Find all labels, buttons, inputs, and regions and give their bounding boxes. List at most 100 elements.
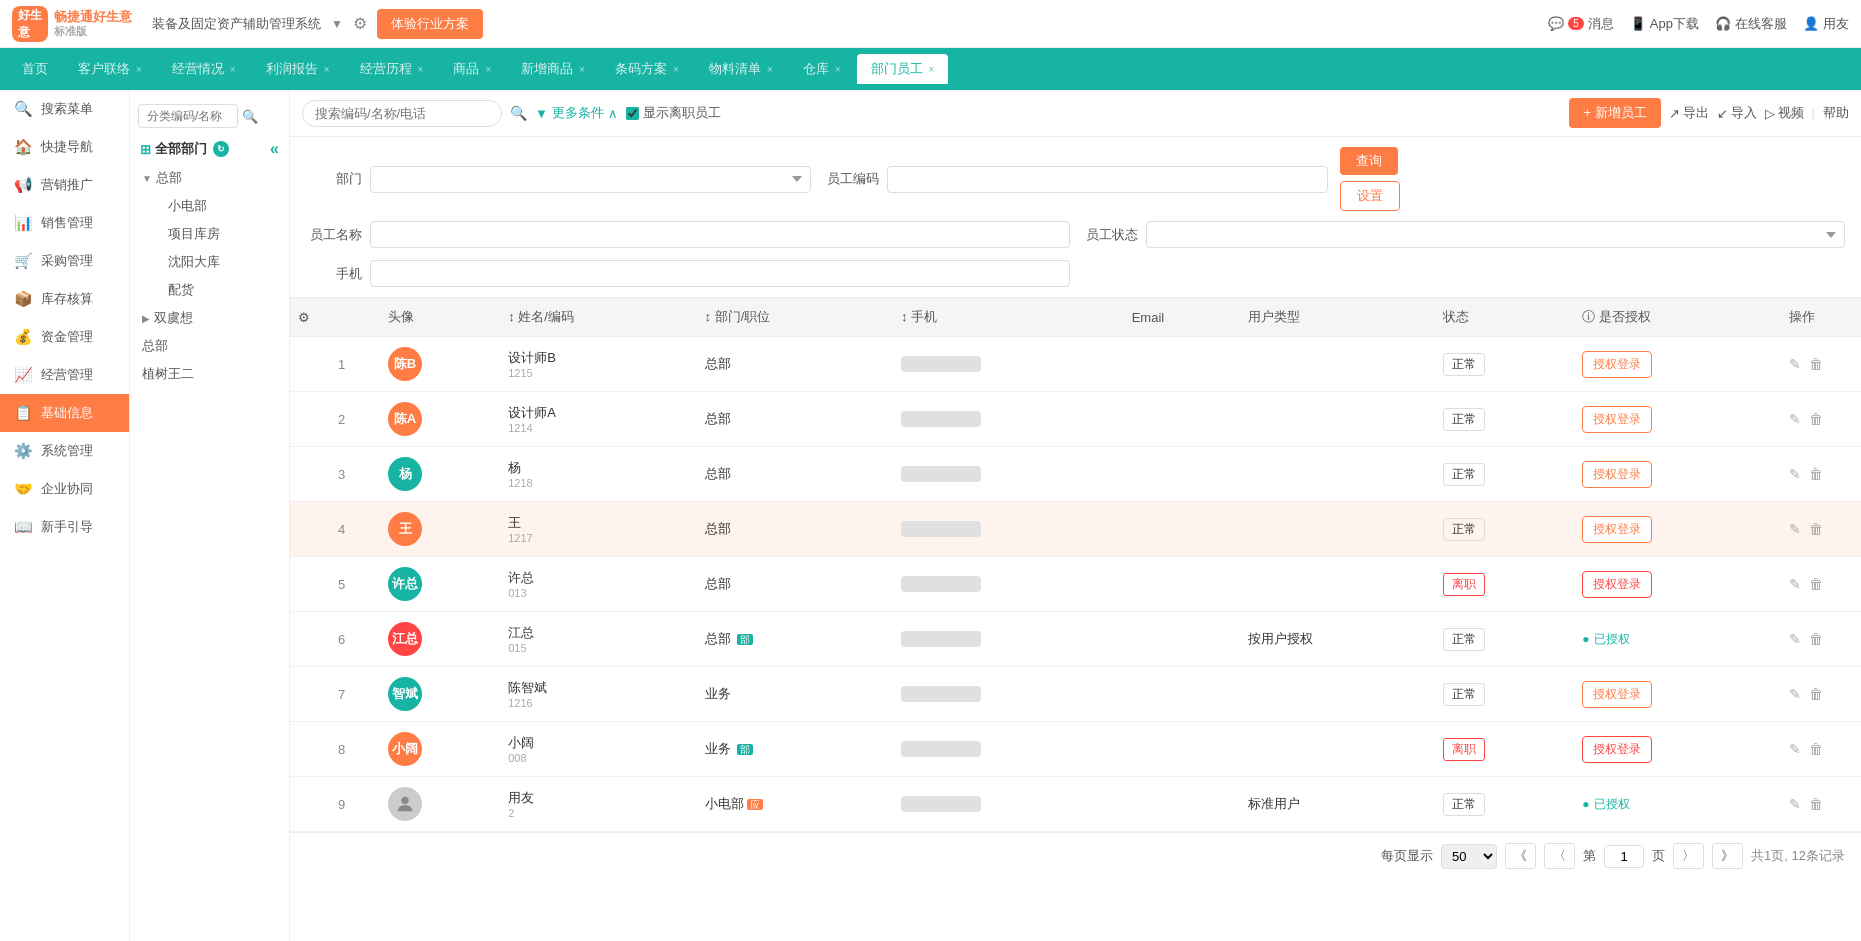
- sidebar-item-search[interactable]: 🔍 搜索菜单: [0, 90, 129, 128]
- phone-input[interactable]: [370, 260, 1070, 287]
- prev-page-button[interactable]: 〈: [1544, 843, 1575, 869]
- dept-node-peihuo[interactable]: 配货: [144, 276, 289, 304]
- close-icon[interactable]: ×: [485, 64, 491, 75]
- all-dept-row[interactable]: ⊞ 全部部门 ↻ «: [130, 134, 289, 164]
- tab-barcode[interactable]: 条码方案×: [601, 54, 693, 84]
- reset-button[interactable]: 设置: [1340, 181, 1400, 211]
- message-button[interactable]: 💬 5 消息: [1548, 15, 1614, 33]
- sidebar-item-sales[interactable]: 📊 销售管理: [0, 204, 129, 242]
- delete-button[interactable]: 🗑: [1809, 741, 1823, 757]
- sidebar-item-management[interactable]: 📈 经营管理: [0, 356, 129, 394]
- close-icon[interactable]: ×: [324, 64, 330, 75]
- dept-node-zongbu2[interactable]: 总部: [130, 332, 289, 360]
- sidebar-item-guide[interactable]: 📖 新手引导: [0, 508, 129, 546]
- dept-node-project[interactable]: 项目库房: [144, 220, 289, 248]
- close-icon[interactable]: ×: [835, 64, 841, 75]
- close-icon[interactable]: ×: [136, 64, 142, 75]
- tab-bom[interactable]: 物料清单×: [695, 54, 787, 84]
- tab-operation[interactable]: 经营情况×: [158, 54, 250, 84]
- emp-code-input[interactable]: [887, 166, 1328, 193]
- edit-button[interactable]: ✎: [1789, 686, 1801, 702]
- settings-button[interactable]: ⚙: [353, 14, 367, 33]
- auth-login-button[interactable]: 授权登录: [1582, 571, 1652, 598]
- tab-add-goods[interactable]: 新增商品×: [507, 54, 599, 84]
- close-icon[interactable]: ×: [230, 64, 236, 75]
- auth-login-button[interactable]: 授权登录: [1582, 406, 1652, 433]
- delete-button[interactable]: 🗑: [1809, 686, 1823, 702]
- edit-button[interactable]: ✎: [1789, 466, 1801, 482]
- edit-button[interactable]: ✎: [1789, 741, 1801, 757]
- delete-button[interactable]: 🗑: [1809, 796, 1823, 812]
- edit-button[interactable]: ✎: [1789, 521, 1801, 537]
- tab-employee[interactable]: 部门员工×: [857, 54, 949, 84]
- edit-button[interactable]: ✎: [1789, 411, 1801, 427]
- auth-login-button[interactable]: 授权登录: [1582, 351, 1652, 378]
- auth-login-button[interactable]: 授权登录: [1582, 461, 1652, 488]
- sidebar-item-inventory[interactable]: 📦 库存核算: [0, 280, 129, 318]
- query-button[interactable]: 查询: [1340, 147, 1398, 175]
- dept-node-xiaodian[interactable]: 小电部: [144, 192, 289, 220]
- dept-select[interactable]: [370, 166, 811, 193]
- import-button[interactable]: ↙ 导入: [1717, 104, 1757, 122]
- delete-button[interactable]: 🗑: [1809, 356, 1823, 372]
- page-input[interactable]: [1604, 845, 1644, 868]
- auth-login-button[interactable]: 授权登录: [1582, 516, 1652, 543]
- delete-button[interactable]: 🗑: [1809, 466, 1823, 482]
- sidebar-item-collab[interactable]: 🤝 企业协同: [0, 470, 129, 508]
- close-icon[interactable]: ×: [579, 64, 585, 75]
- emp-name-input[interactable]: [370, 221, 1070, 248]
- delete-button[interactable]: 🗑: [1809, 411, 1823, 427]
- sidebar-item-system[interactable]: ⚙️ 系统管理: [0, 432, 129, 470]
- sidebar-item-marketing[interactable]: 📢 营销推广: [0, 166, 129, 204]
- th-settings[interactable]: ⚙: [290, 298, 330, 337]
- tab-history[interactable]: 经营历程×: [346, 54, 438, 84]
- dept-node-zhishu[interactable]: 植树王二: [130, 360, 289, 388]
- page-size-select[interactable]: 50 100: [1441, 844, 1497, 869]
- user-button[interactable]: 👤 用友: [1803, 15, 1849, 33]
- th-name-code[interactable]: ↕ 姓名/编码: [500, 298, 696, 337]
- edit-button[interactable]: ✎: [1789, 631, 1801, 647]
- view-button[interactable]: ▷ 视频: [1765, 104, 1804, 122]
- close-icon[interactable]: ×: [767, 64, 773, 75]
- tab-customer[interactable]: 客户联络×: [64, 54, 156, 84]
- search-input[interactable]: [302, 100, 502, 127]
- sidebar-item-basic-info[interactable]: 📋 基础信息: [0, 394, 129, 432]
- edit-button[interactable]: ✎: [1789, 796, 1801, 812]
- trial-button[interactable]: 体验行业方案: [377, 9, 483, 39]
- app-download-button[interactable]: 📱 App下载: [1630, 15, 1699, 33]
- tab-warehouse[interactable]: 仓库×: [789, 54, 855, 84]
- delete-button[interactable]: 🗑: [1809, 521, 1823, 537]
- dropdown-arrow-icon[interactable]: ▼: [331, 17, 343, 31]
- dept-search-input[interactable]: [138, 104, 238, 128]
- dept-node-zongbu[interactable]: ▼ 总部: [130, 164, 289, 192]
- edit-button[interactable]: ✎: [1789, 356, 1801, 372]
- last-page-button[interactable]: 》: [1712, 843, 1743, 869]
- sidebar-item-purchase[interactable]: 🛒 采购管理: [0, 242, 129, 280]
- help-button[interactable]: 帮助: [1823, 104, 1849, 122]
- next-page-button[interactable]: 〉: [1673, 843, 1704, 869]
- delete-button[interactable]: 🗑: [1809, 631, 1823, 647]
- sidebar-item-finance[interactable]: 💰 资金管理: [0, 318, 129, 356]
- show-resigned-checkbox[interactable]: 显示离职员工: [626, 104, 721, 122]
- dept-refresh-icon[interactable]: ↻: [213, 141, 229, 157]
- dept-node-shenyang[interactable]: 沈阳大库: [144, 248, 289, 276]
- status-select[interactable]: [1146, 221, 1846, 248]
- online-service-button[interactable]: 🎧 在线客服: [1715, 15, 1787, 33]
- tab-profit[interactable]: 利润报告×: [252, 54, 344, 84]
- dept-search-icon[interactable]: 🔍: [242, 109, 258, 124]
- sidebar-item-nav[interactable]: 🏠 快捷导航: [0, 128, 129, 166]
- close-icon[interactable]: ×: [673, 64, 679, 75]
- dept-node-shuangyuxiang[interactable]: ▶ 双虞想: [130, 304, 289, 332]
- close-icon[interactable]: ×: [929, 64, 935, 75]
- auth-login-button[interactable]: 授权登录: [1582, 681, 1652, 708]
- delete-button[interactable]: 🗑: [1809, 576, 1823, 592]
- search-button[interactable]: 🔍: [510, 105, 527, 121]
- auth-login-button[interactable]: 授权登录: [1582, 736, 1652, 763]
- add-employee-button[interactable]: + 新增员工: [1569, 98, 1660, 128]
- first-page-button[interactable]: 《: [1505, 843, 1536, 869]
- more-filter-button[interactable]: ▼ 更多条件 ∧: [535, 104, 618, 122]
- tab-home[interactable]: 首页: [8, 54, 62, 84]
- close-icon[interactable]: ×: [418, 64, 424, 75]
- tab-goods[interactable]: 商品×: [439, 54, 505, 84]
- th-dept-position[interactable]: ↕ 部门/职位: [697, 298, 893, 337]
